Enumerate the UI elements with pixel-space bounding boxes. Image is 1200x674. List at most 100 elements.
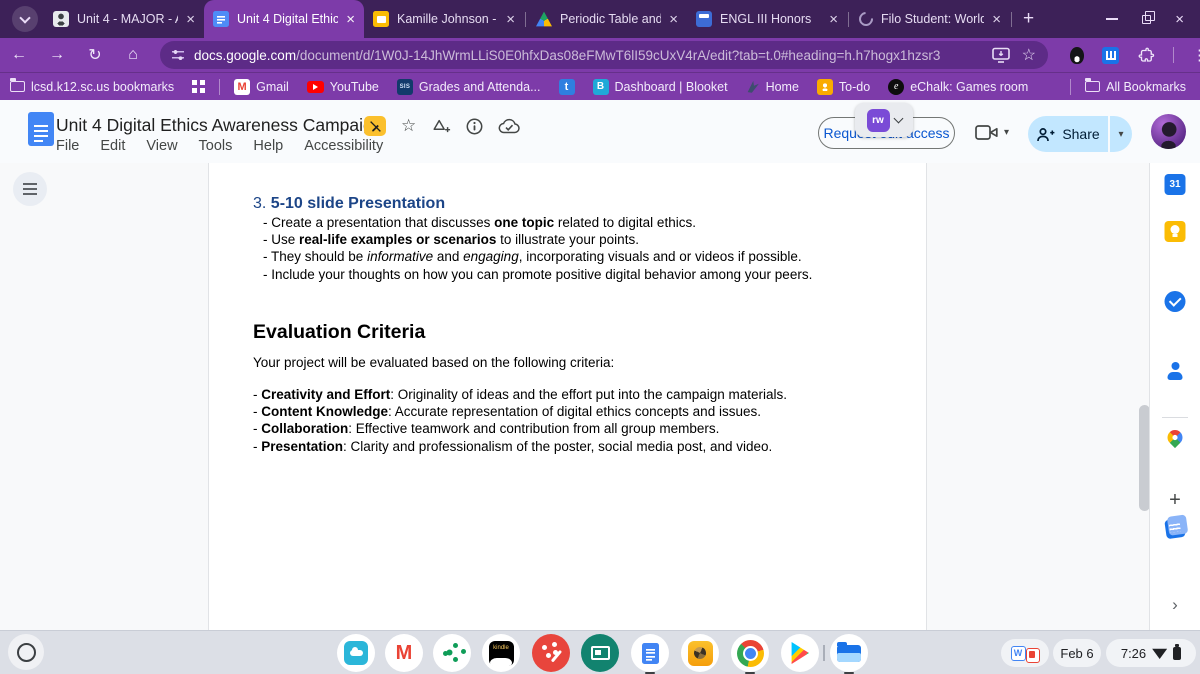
url-text[interactable]: docs.google.com/document/d/1W0J-14JhWrmL…	[194, 48, 980, 63]
addon-icon[interactable]	[1164, 517, 1186, 540]
chrome-icon	[736, 639, 764, 667]
maps-icon[interactable]	[1164, 426, 1186, 449]
menu-view[interactable]: View	[146, 138, 177, 154]
extensions-puzzle-icon[interactable]	[1137, 46, 1155, 64]
bookmark-grades[interactable]: SIS Grades and Attenda...	[396, 78, 541, 95]
document-title[interactable]: Unit 4 Digital Ethics Awareness Campaign	[56, 115, 383, 136]
open-windows-tray[interactable]: W	[1001, 639, 1049, 667]
document-info-icon[interactable]	[466, 118, 483, 135]
tab-search-button[interactable]	[12, 6, 38, 32]
menu-accessibility[interactable]: Accessibility	[304, 138, 383, 154]
tab-close-icon[interactable]: ×	[186, 12, 195, 27]
menu-tools[interactable]: Tools	[199, 138, 233, 154]
account-avatar[interactable]	[1151, 114, 1186, 149]
back-button[interactable]: ←	[0, 46, 38, 64]
shelf-app-green-dots[interactable]	[433, 634, 471, 672]
get-addons-button[interactable]: +	[1169, 489, 1181, 512]
collapse-panel-button[interactable]: ›	[1172, 595, 1178, 615]
tab-separator	[848, 11, 849, 27]
tab-close-icon[interactable]: ×	[829, 12, 838, 27]
send-to-device-icon[interactable]	[991, 47, 1010, 63]
shelf-app-pinwheel[interactable]	[681, 634, 719, 672]
tab-periodic-table[interactable]: Periodic Table and Tre ×	[527, 0, 687, 38]
video-camera-icon	[975, 125, 998, 140]
status-tray[interactable]: 7:26	[1106, 639, 1196, 667]
google-drive-favicon-icon	[536, 11, 552, 27]
move-to-drive-icon[interactable]	[431, 118, 451, 135]
forward-button[interactable]: →	[38, 46, 76, 64]
restore-window-button[interactable]	[1142, 11, 1155, 24]
bookmark-blooket[interactable]: B Dashboard | Blooket	[592, 78, 728, 95]
all-bookmarks-button[interactable]: All Bookmarks	[1085, 78, 1186, 94]
minimize-button[interactable]	[1106, 18, 1119, 20]
save-status-cloud-icon[interactable]	[498, 118, 520, 134]
bookmark-todo[interactable]: To-do	[816, 78, 870, 95]
side-panel-divider	[1162, 417, 1188, 418]
menu-file[interactable]: File	[56, 138, 79, 154]
play-store-icon	[791, 642, 809, 664]
shelf-app-kindle[interactable]: kindle	[482, 634, 520, 672]
bookmark-managed-folder[interactable]: lcsd.k12.sc.us bookmarks	[10, 78, 174, 94]
keep-icon[interactable]	[1164, 221, 1186, 242]
bookmark-star-icon[interactable]: ☆	[1022, 45, 1036, 65]
menu-help[interactable]: Help	[253, 138, 283, 154]
readwrite-extension-widget[interactable]: rw	[855, 103, 913, 137]
home-button[interactable]: ⌂	[114, 46, 152, 64]
tab-kamille-johnson[interactable]: Kamille Johnson - Un ×	[364, 0, 524, 38]
blue-bars-extension-icon[interactable]	[1102, 46, 1119, 64]
tab-engl-honors[interactable]: ENGL III Honors ×	[687, 0, 847, 38]
shelf-app-files[interactable]	[830, 634, 868, 672]
calendar-icon[interactable]: 31	[1164, 174, 1186, 195]
address-bar[interactable]: docs.google.com/document/d/1W0J-14JhWrmL…	[160, 41, 1048, 69]
cloud-app-icon	[344, 641, 368, 665]
shelf-app-canvas[interactable]	[532, 634, 570, 672]
shelf-app-teal-card[interactable]	[581, 634, 619, 672]
tab-close-icon[interactable]: ×	[669, 12, 678, 27]
tab-filo-student[interactable]: Filo Student: World's C ×	[850, 0, 1010, 38]
tab-title: Kamille Johnson - Un	[397, 12, 498, 26]
tab-unit4-digital-ethics-active[interactable]: Unit 4 Digital Ethics A ×	[204, 0, 364, 38]
tab-close-icon[interactable]: ×	[992, 12, 1001, 27]
shelf-app-chrome[interactable]	[731, 634, 769, 672]
bookmark-youtube[interactable]: YouTube	[306, 79, 379, 94]
url-path: /document/d/1W0J-14JhWrmLLiS0E0hfxDas08e…	[296, 47, 941, 63]
shelf-app-cloud[interactable]	[337, 634, 375, 672]
bookmark-echalk[interactable]: e eChalk: Games room	[888, 78, 1028, 95]
bookmark-t-site[interactable]: t	[558, 78, 575, 95]
tab-unit4-major[interactable]: Unit 4 - MAJOR - Awar ×	[44, 0, 204, 38]
window-controls: ×	[1106, 11, 1200, 27]
reload-button[interactable]: ↻	[76, 45, 114, 65]
tab-close-icon[interactable]: ×	[506, 12, 515, 27]
bookmarks-bar: lcsd.k12.sc.us bookmarks M Gmail YouTube…	[0, 72, 1200, 100]
join-call-button[interactable]: ▾	[975, 124, 1009, 141]
tab-close-icon[interactable]: ×	[346, 12, 355, 27]
doc-line: - Collaboration: Effective teamwork and …	[253, 421, 720, 437]
share-button[interactable]: Share	[1028, 116, 1108, 152]
google-docs-logo-icon[interactable]	[28, 112, 54, 146]
url-domain: docs.google.com	[194, 47, 297, 63]
shelf-app-play-store[interactable]	[781, 634, 819, 672]
echalk-icon: e	[888, 78, 905, 95]
contacts-icon[interactable]	[1165, 361, 1186, 382]
launcher-button[interactable]	[8, 634, 44, 670]
shelf-app-docs[interactable]	[631, 634, 669, 672]
tasks-icon[interactable]	[1164, 291, 1186, 312]
bookmark-gmail[interactable]: M Gmail	[234, 78, 289, 95]
word-doc-icon: W	[1010, 645, 1026, 661]
bookmark-home[interactable]: Home	[746, 80, 799, 94]
show-outline-button[interactable]	[13, 172, 47, 206]
menu-edit[interactable]: Edit	[100, 138, 125, 154]
penguin-extension-icon[interactable]	[1070, 46, 1084, 64]
green-dots-app-icon	[442, 650, 448, 656]
bookmark-label: YouTube	[329, 79, 379, 94]
new-tab-button[interactable]: +	[1023, 8, 1034, 30]
close-window-button[interactable]: ×	[1175, 12, 1184, 27]
share-dropdown-button[interactable]: ▾	[1110, 116, 1132, 152]
site-settings-icon[interactable]	[172, 49, 184, 61]
document-page[interactable]: 3. 5-10 slide Presentation - Create a pr…	[208, 163, 927, 630]
browser-menu-button[interactable]: ⋮	[1192, 46, 1200, 64]
apps-grid-icon[interactable]	[192, 80, 206, 93]
shelf-app-gmail[interactable]: M	[385, 634, 423, 672]
date-tray[interactable]: Feb 6	[1053, 639, 1101, 667]
star-document-icon[interactable]: ☆	[401, 116, 416, 136]
